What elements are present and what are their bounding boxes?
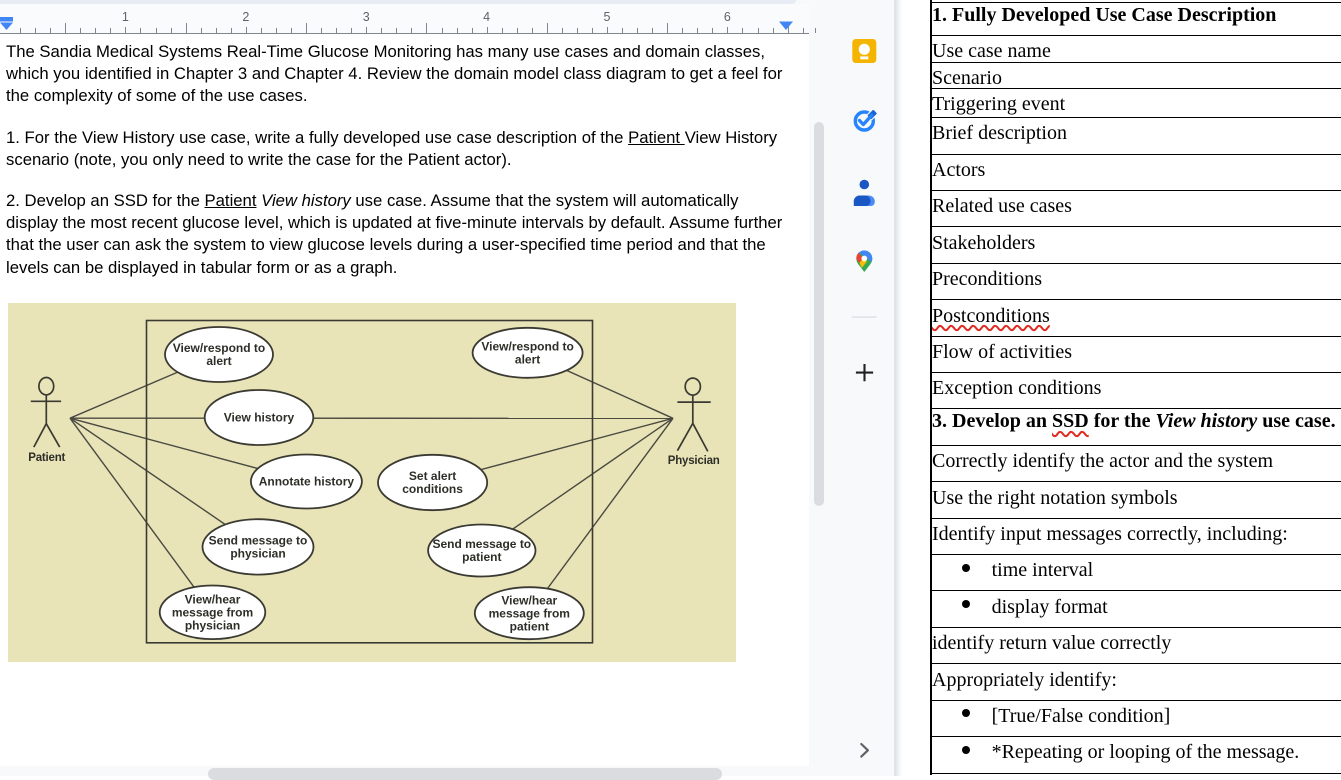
svg-text:conditions: conditions (402, 482, 463, 496)
svg-text:message from: message from (172, 605, 253, 619)
svg-text:alert: alert (515, 352, 540, 366)
svg-text:message from: message from (489, 606, 570, 620)
svg-text:physician: physician (230, 546, 285, 560)
svg-text:Send message to: Send message to (432, 537, 531, 551)
svg-text:View/respond to: View/respond to (481, 339, 573, 353)
svg-text:Set alert: Set alert (409, 469, 456, 483)
svg-text:Physician: Physician (668, 455, 720, 467)
svg-text:View history: View history (224, 410, 295, 424)
svg-text:patient: patient (510, 619, 549, 633)
svg-text:View/hear: View/hear (185, 592, 241, 606)
svg-text:physician: physician (185, 618, 240, 632)
svg-text:View/hear: View/hear (501, 593, 557, 607)
svg-text:Patient: Patient (28, 452, 65, 464)
svg-text:View/respond to: View/respond to (173, 341, 265, 355)
svg-text:patient: patient (462, 550, 501, 564)
svg-text:alert: alert (206, 354, 231, 368)
svg-text:Send message to: Send message to (209, 533, 308, 547)
svg-text:Annotate history: Annotate history (259, 474, 355, 488)
